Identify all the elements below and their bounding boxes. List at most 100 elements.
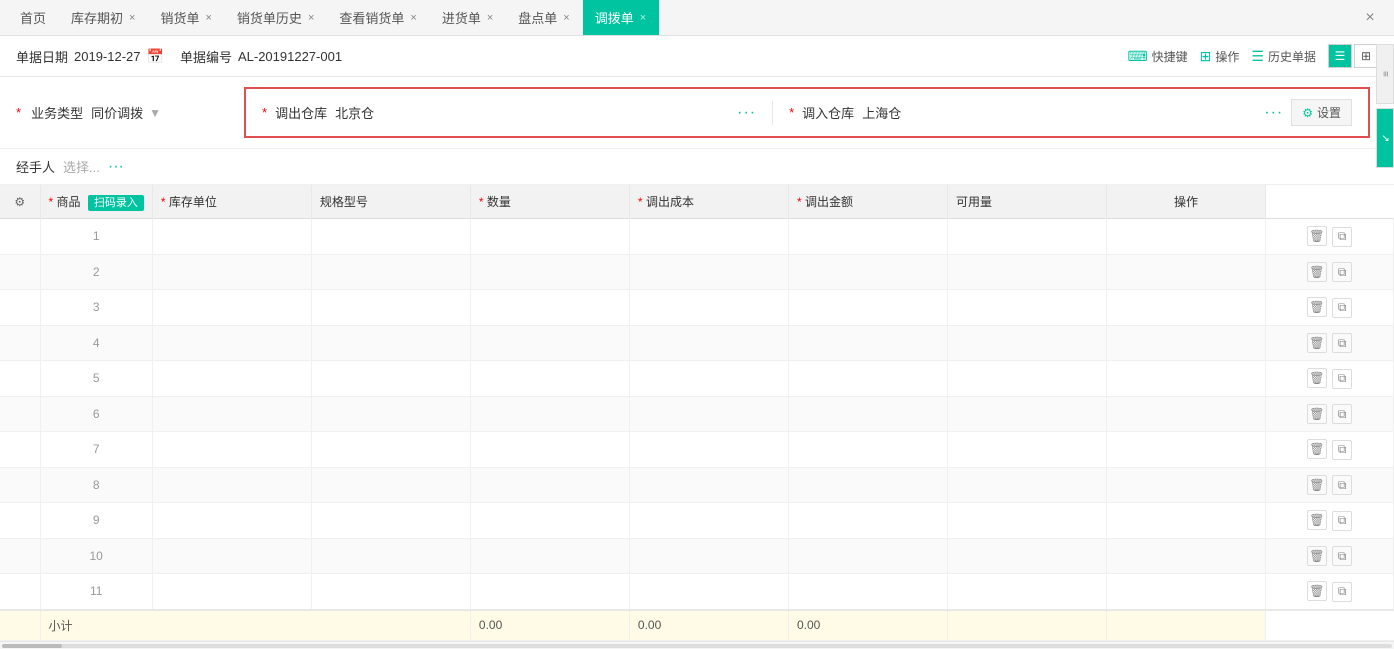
cell-unit[interactable]: [311, 396, 470, 432]
cell-cost[interactable]: [788, 467, 947, 503]
tab-transfer[interactable]: 调拨单 ×: [583, 0, 659, 35]
copy-icon[interactable]: ⧉: [1332, 298, 1352, 318]
cell-cost[interactable]: [788, 290, 947, 326]
cell-qty[interactable]: [629, 574, 788, 610]
scan-button[interactable]: 扫码录入: [88, 195, 144, 211]
cell-amount[interactable]: [947, 219, 1106, 255]
cell-cost[interactable]: [788, 503, 947, 539]
cell-unit[interactable]: [311, 538, 470, 574]
cell-product[interactable]: [152, 219, 311, 255]
copy-icon[interactable]: ⧉: [1332, 582, 1352, 602]
history-button[interactable]: ☰ 历史单据: [1251, 48, 1316, 65]
cell-amount[interactable]: [947, 396, 1106, 432]
cell-amount[interactable]: [947, 432, 1106, 468]
tab-close-transfer[interactable]: ×: [640, 12, 646, 24]
table-container[interactable]: ⚙ * 商品 扫码录入 * 库存单位 规格型号 *: [0, 185, 1394, 641]
cell-amount[interactable]: [947, 467, 1106, 503]
cell-unit[interactable]: [311, 503, 470, 539]
cell-spec[interactable]: [470, 290, 629, 326]
cell-available[interactable]: [1106, 290, 1265, 326]
cell-amount[interactable]: [947, 290, 1106, 326]
cell-qty[interactable]: [629, 361, 788, 397]
cell-spec[interactable]: [470, 396, 629, 432]
cell-product[interactable]: [152, 254, 311, 290]
cell-available[interactable]: [1106, 574, 1265, 610]
in-warehouse-value[interactable]: 上海仓: [862, 103, 901, 122]
cell-available[interactable]: [1106, 219, 1265, 255]
cell-product[interactable]: [152, 538, 311, 574]
cell-cost[interactable]: [788, 254, 947, 290]
cell-amount[interactable]: [947, 325, 1106, 361]
out-warehouse-value[interactable]: 北京仓: [335, 103, 374, 122]
cell-amount[interactable]: [947, 538, 1106, 574]
cell-cost[interactable]: [788, 396, 947, 432]
window-close-button[interactable]: ×: [1354, 2, 1386, 34]
tab-view-sales[interactable]: 查看销货单 ×: [327, 0, 429, 35]
cell-qty[interactable]: [629, 396, 788, 432]
cell-spec[interactable]: [470, 254, 629, 290]
delete-icon[interactable]: 🗑: [1307, 368, 1327, 388]
cell-qty[interactable]: [629, 325, 788, 361]
cell-qty[interactable]: [629, 219, 788, 255]
tab-inventory-init[interactable]: 库存期初 ×: [59, 0, 148, 35]
tab-close-purchase[interactable]: ×: [487, 12, 493, 24]
person-more-icon[interactable]: ···: [108, 158, 124, 176]
cell-spec[interactable]: [470, 432, 629, 468]
shortcuts-button[interactable]: ⌨ 快捷键: [1127, 48, 1187, 65]
cell-spec[interactable]: [470, 467, 629, 503]
cell-product[interactable]: [152, 574, 311, 610]
cell-available[interactable]: [1106, 325, 1265, 361]
business-type-value-wrapper[interactable]: 同价调拨 ▼: [91, 103, 161, 122]
copy-icon[interactable]: ⧉: [1332, 404, 1352, 424]
cell-product[interactable]: [152, 325, 311, 361]
cell-spec[interactable]: [470, 503, 629, 539]
cell-spec[interactable]: [470, 325, 629, 361]
cell-product[interactable]: [152, 503, 311, 539]
cell-cost[interactable]: [788, 432, 947, 468]
cell-available[interactable]: [1106, 432, 1265, 468]
delete-icon[interactable]: 🗑: [1307, 510, 1327, 530]
copy-icon[interactable]: ⧉: [1332, 475, 1352, 495]
cell-product[interactable]: [152, 467, 311, 503]
dropdown-arrow-icon[interactable]: ▼: [149, 106, 161, 120]
tab-close-sales-order[interactable]: ×: [205, 12, 211, 24]
copy-icon[interactable]: ⧉: [1332, 511, 1352, 531]
tab-close-inventory-init[interactable]: ×: [129, 12, 135, 24]
cell-unit[interactable]: [311, 325, 470, 361]
cell-spec[interactable]: [470, 361, 629, 397]
cell-unit[interactable]: [311, 361, 470, 397]
cell-qty[interactable]: [629, 290, 788, 326]
copy-icon[interactable]: ⧉: [1332, 369, 1352, 389]
tab-stocktake[interactable]: 盘点单 ×: [506, 0, 582, 35]
cell-unit[interactable]: [311, 254, 470, 290]
cell-unit[interactable]: [311, 432, 470, 468]
right-panel-btn-2[interactable]: ↗: [1376, 108, 1394, 168]
cell-product[interactable]: [152, 396, 311, 432]
cell-qty[interactable]: [629, 538, 788, 574]
cell-product[interactable]: [152, 432, 311, 468]
cell-spec[interactable]: [470, 219, 629, 255]
cell-amount[interactable]: [947, 361, 1106, 397]
right-panel-btn-1[interactable]: ≡: [1376, 44, 1394, 104]
cell-available[interactable]: [1106, 467, 1265, 503]
tab-sales-history[interactable]: 销货单历史 ×: [225, 0, 327, 35]
out-warehouse-more-icon[interactable]: ···: [737, 104, 756, 122]
in-warehouse-more-icon[interactable]: ···: [1264, 104, 1283, 122]
cell-available[interactable]: [1106, 361, 1265, 397]
tab-home[interactable]: 首页: [8, 0, 59, 35]
cell-amount[interactable]: [947, 254, 1106, 290]
cell-qty[interactable]: [629, 503, 788, 539]
cell-cost[interactable]: [788, 361, 947, 397]
tab-purchase[interactable]: 进货单 ×: [430, 0, 506, 35]
copy-icon[interactable]: ⧉: [1332, 546, 1352, 566]
cell-qty[interactable]: [629, 432, 788, 468]
cell-unit[interactable]: [311, 574, 470, 610]
calendar-icon[interactable]: 📅: [147, 48, 164, 65]
tab-sales-order[interactable]: 销货单 ×: [148, 0, 224, 35]
tab-close-stocktake[interactable]: ×: [563, 12, 569, 24]
delete-icon[interactable]: 🗑: [1307, 262, 1327, 282]
delete-icon[interactable]: 🗑: [1307, 546, 1327, 566]
operations-button[interactable]: ⊞ 操作: [1200, 48, 1240, 65]
cell-product[interactable]: [152, 361, 311, 397]
delete-icon[interactable]: 🗑: [1307, 404, 1327, 424]
